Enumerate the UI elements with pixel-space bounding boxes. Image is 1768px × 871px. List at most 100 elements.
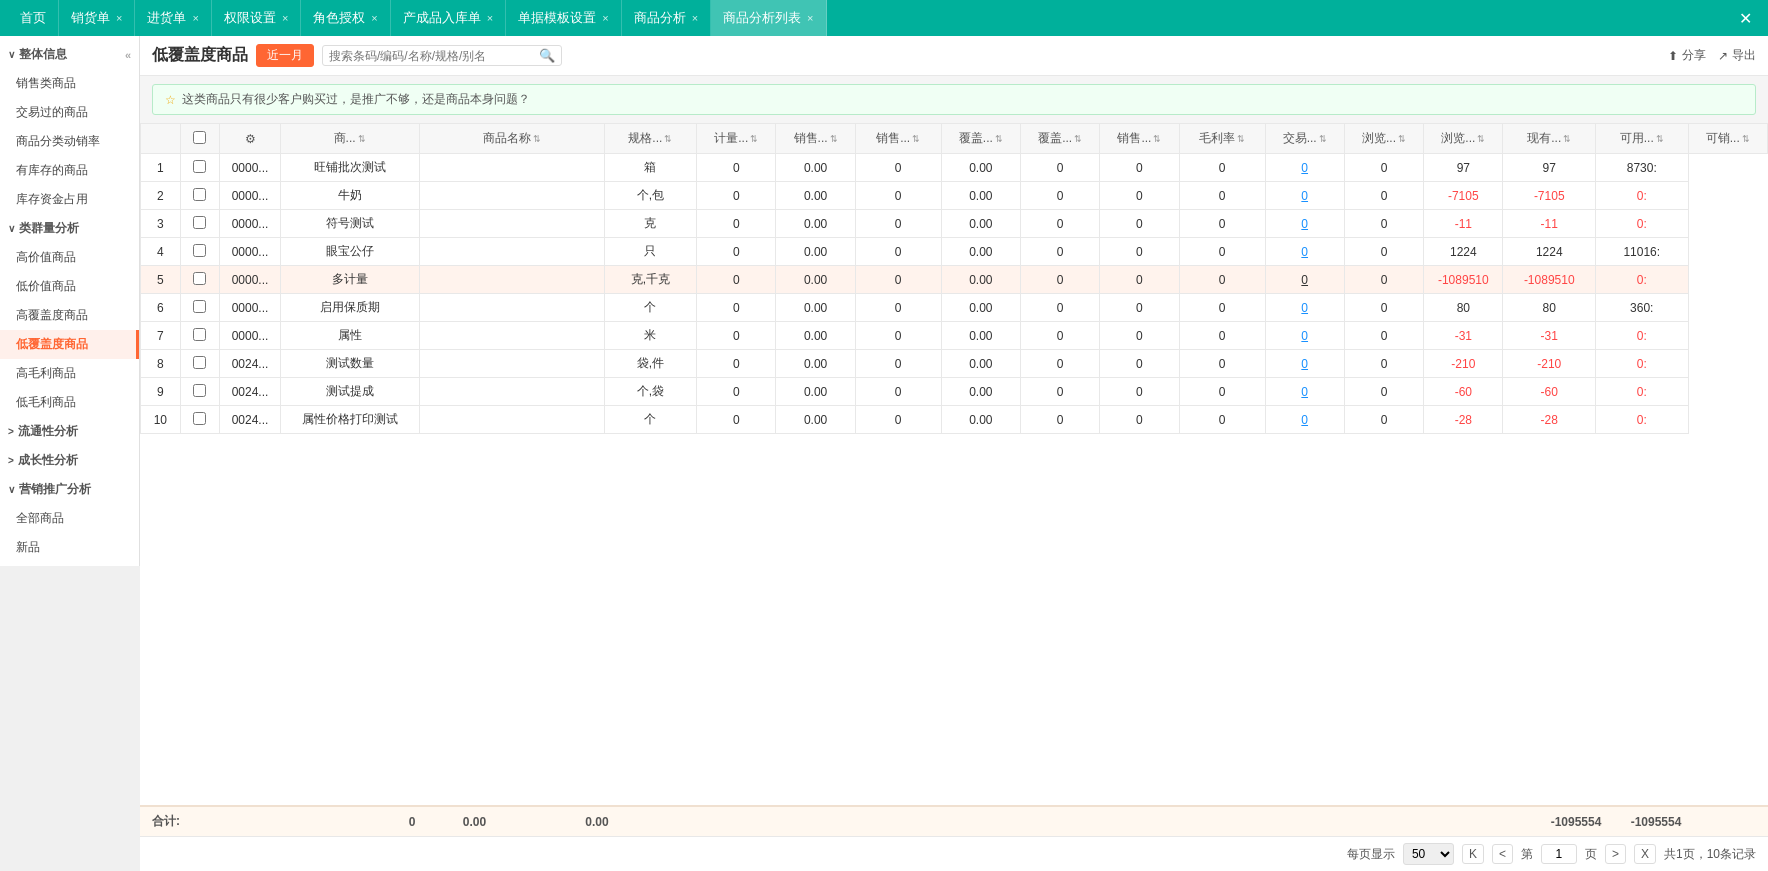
row-available: -11 xyxy=(1503,210,1596,238)
row-sales-qty: 0 xyxy=(697,350,776,378)
select-all-checkbox[interactable] xyxy=(193,131,206,144)
col-sales-amt[interactable]: 销售...⇅ xyxy=(855,124,941,154)
row-browse1[interactable]: 0 xyxy=(1265,406,1344,434)
sidebar-item-stock-capital[interactable]: 库存资金占用 xyxy=(0,185,139,214)
col-browse2[interactable]: 浏览...⇅ xyxy=(1424,124,1503,154)
col-available[interactable]: 可用...⇅ xyxy=(1596,124,1689,154)
sidebar-item-stocked-goods[interactable]: 有库存的商品 xyxy=(0,156,139,185)
col-settings[interactable]: ⚙ xyxy=(220,124,280,154)
row-checkbox[interactable] xyxy=(180,210,220,238)
row-browse1[interactable]: 0 xyxy=(1265,154,1344,182)
row-index: 10 xyxy=(141,406,181,434)
row-available: -210 xyxy=(1503,350,1596,378)
row-spec xyxy=(419,322,604,350)
row-checkbox[interactable] xyxy=(180,294,220,322)
nav-roles[interactable]: 角色授权 × xyxy=(301,0,390,36)
row-sales2: 0 xyxy=(1020,378,1099,406)
sidebar-item-low-margin[interactable]: 低毛利商品 xyxy=(0,388,139,417)
row-code: 0000... xyxy=(220,154,280,182)
col-sales2[interactable]: 销售...⇅ xyxy=(1100,124,1179,154)
sidebar-section-marketing[interactable]: ∨ 营销推广分析 xyxy=(0,475,139,504)
page-size-select[interactable]: 50 100 200 xyxy=(1403,843,1454,865)
next-page-button[interactable]: > xyxy=(1605,844,1626,864)
nav-purchase[interactable]: 进货单 × xyxy=(135,0,211,36)
search-box: 🔍 xyxy=(322,45,562,66)
last-page-button[interactable]: X xyxy=(1634,844,1656,864)
sidebar-item-high-margin[interactable]: 高毛利商品 xyxy=(0,359,139,388)
row-checkbox[interactable] xyxy=(180,266,220,294)
nav-close-icon[interactable]: × xyxy=(602,12,608,24)
col-spec[interactable]: 规格...⇅ xyxy=(604,124,697,154)
close-all-button[interactable]: ✕ xyxy=(1731,9,1760,28)
col-trade[interactable]: 交易...⇅ xyxy=(1265,124,1344,154)
col-sellable[interactable]: 可销...⇅ xyxy=(1688,124,1767,154)
sidebar-item-low-value[interactable]: 低价值商品 xyxy=(0,272,139,301)
page-number-input[interactable] xyxy=(1541,844,1577,864)
sidebar-section-growth[interactable]: > 成长性分析 xyxy=(0,446,139,475)
row-current-stock: -1089510 xyxy=(1424,266,1503,294)
row-checkbox[interactable] xyxy=(180,238,220,266)
row-browse1[interactable]: 0 xyxy=(1265,182,1344,210)
sidebar-section-cluster[interactable]: ∨ 类群量分析 xyxy=(0,214,139,243)
sidebar-section-overall[interactable]: ∨ 整体信息 « xyxy=(0,40,139,69)
row-checkbox[interactable] xyxy=(180,182,220,210)
nav-close-icon[interactable]: × xyxy=(692,12,698,24)
nav-close-icon[interactable]: × xyxy=(371,12,377,24)
row-browse1[interactable]: 0 xyxy=(1265,322,1344,350)
row-unit: 个 xyxy=(604,406,697,434)
row-checkbox[interactable] xyxy=(180,154,220,182)
col-sales-qty[interactable]: 销售...⇅ xyxy=(776,124,855,154)
col-cover2[interactable]: 覆盖...⇅ xyxy=(1020,124,1099,154)
row-index: 8 xyxy=(141,350,181,378)
nav-permissions[interactable]: 权限设置 × xyxy=(212,0,301,36)
row-checkbox[interactable] xyxy=(180,378,220,406)
nav-close-icon[interactable]: × xyxy=(192,12,198,24)
row-browse2: 0 xyxy=(1344,182,1423,210)
nav-close-icon[interactable]: × xyxy=(282,12,288,24)
sidebar-item-category-rate[interactable]: 商品分类动销率 xyxy=(0,127,139,156)
col-unit[interactable]: 计量...⇅ xyxy=(697,124,776,154)
nav-close-icon[interactable]: × xyxy=(487,12,493,24)
date-filter-button[interactable]: 近一月 xyxy=(256,44,314,67)
sidebar-item-low-coverage[interactable]: 低覆盖度商品 xyxy=(0,330,139,359)
row-checkbox[interactable] xyxy=(180,322,220,350)
nav-home[interactable]: 首页 xyxy=(8,0,59,36)
row-cover2: 0.00 xyxy=(941,350,1020,378)
sidebar-item-high-coverage[interactable]: 高覆盖度商品 xyxy=(0,301,139,330)
row-browse1[interactable]: 0 xyxy=(1265,294,1344,322)
col-code[interactable]: 商...⇅ xyxy=(280,124,419,154)
sidebar-item-sales-goods[interactable]: 销售类商品 xyxy=(0,69,139,98)
sidebar-section-flow[interactable]: > 流通性分析 xyxy=(0,417,139,446)
row-browse1[interactable]: 0 xyxy=(1265,210,1344,238)
sidebar-item-new-goods[interactable]: 新品 xyxy=(0,533,139,562)
share-button[interactable]: ⬆ 分享 xyxy=(1668,47,1706,64)
row-checkbox[interactable] xyxy=(180,350,220,378)
nav-close-icon[interactable]: × xyxy=(807,12,813,24)
nav-goods-analysis[interactable]: 商品分析 × xyxy=(622,0,711,36)
sidebar-item-traded-goods[interactable]: 交易过的商品 xyxy=(0,98,139,127)
col-current-stock[interactable]: 现有...⇅ xyxy=(1503,124,1596,154)
collapse-icon[interactable]: « xyxy=(125,49,131,61)
table-wrapper[interactable]: ⚙ 商...⇅ 商品名称⇅ 规格...⇅ 计量...⇅ 销售...⇅ 销售...… xyxy=(140,123,1768,805)
row-browse1[interactable]: 0 xyxy=(1265,238,1344,266)
col-cover1[interactable]: 覆盖...⇅ xyxy=(941,124,1020,154)
prev-page-button[interactable]: < xyxy=(1492,844,1513,864)
nav-template-settings[interactable]: 单据模板设置 × xyxy=(506,0,621,36)
first-page-button[interactable]: K xyxy=(1462,844,1484,864)
nav-goods-analysis-list[interactable]: 商品分析列表 × xyxy=(711,0,826,36)
col-name[interactable]: 商品名称⇅ xyxy=(419,124,604,154)
row-checkbox[interactable] xyxy=(180,406,220,434)
nav-finished-goods[interactable]: 产成品入库单 × xyxy=(391,0,506,36)
sidebar-item-high-value[interactable]: 高价值商品 xyxy=(0,243,139,272)
sidebar-item-all-goods[interactable]: 全部商品 xyxy=(0,504,139,533)
col-browse1[interactable]: 浏览...⇅ xyxy=(1344,124,1423,154)
export-button[interactable]: ↗ 导出 xyxy=(1718,47,1756,64)
row-browse1[interactable]: 0 xyxy=(1265,378,1344,406)
search-input[interactable] xyxy=(329,49,539,63)
nav-sales[interactable]: 销货单 × xyxy=(59,0,135,36)
row-browse1[interactable]: 0 xyxy=(1265,266,1344,294)
col-gross-rate[interactable]: 毛利率⇅ xyxy=(1179,124,1265,154)
row-browse1[interactable]: 0 xyxy=(1265,350,1344,378)
nav-close-icon[interactable]: × xyxy=(116,12,122,24)
row-sales-qty: 0 xyxy=(697,266,776,294)
